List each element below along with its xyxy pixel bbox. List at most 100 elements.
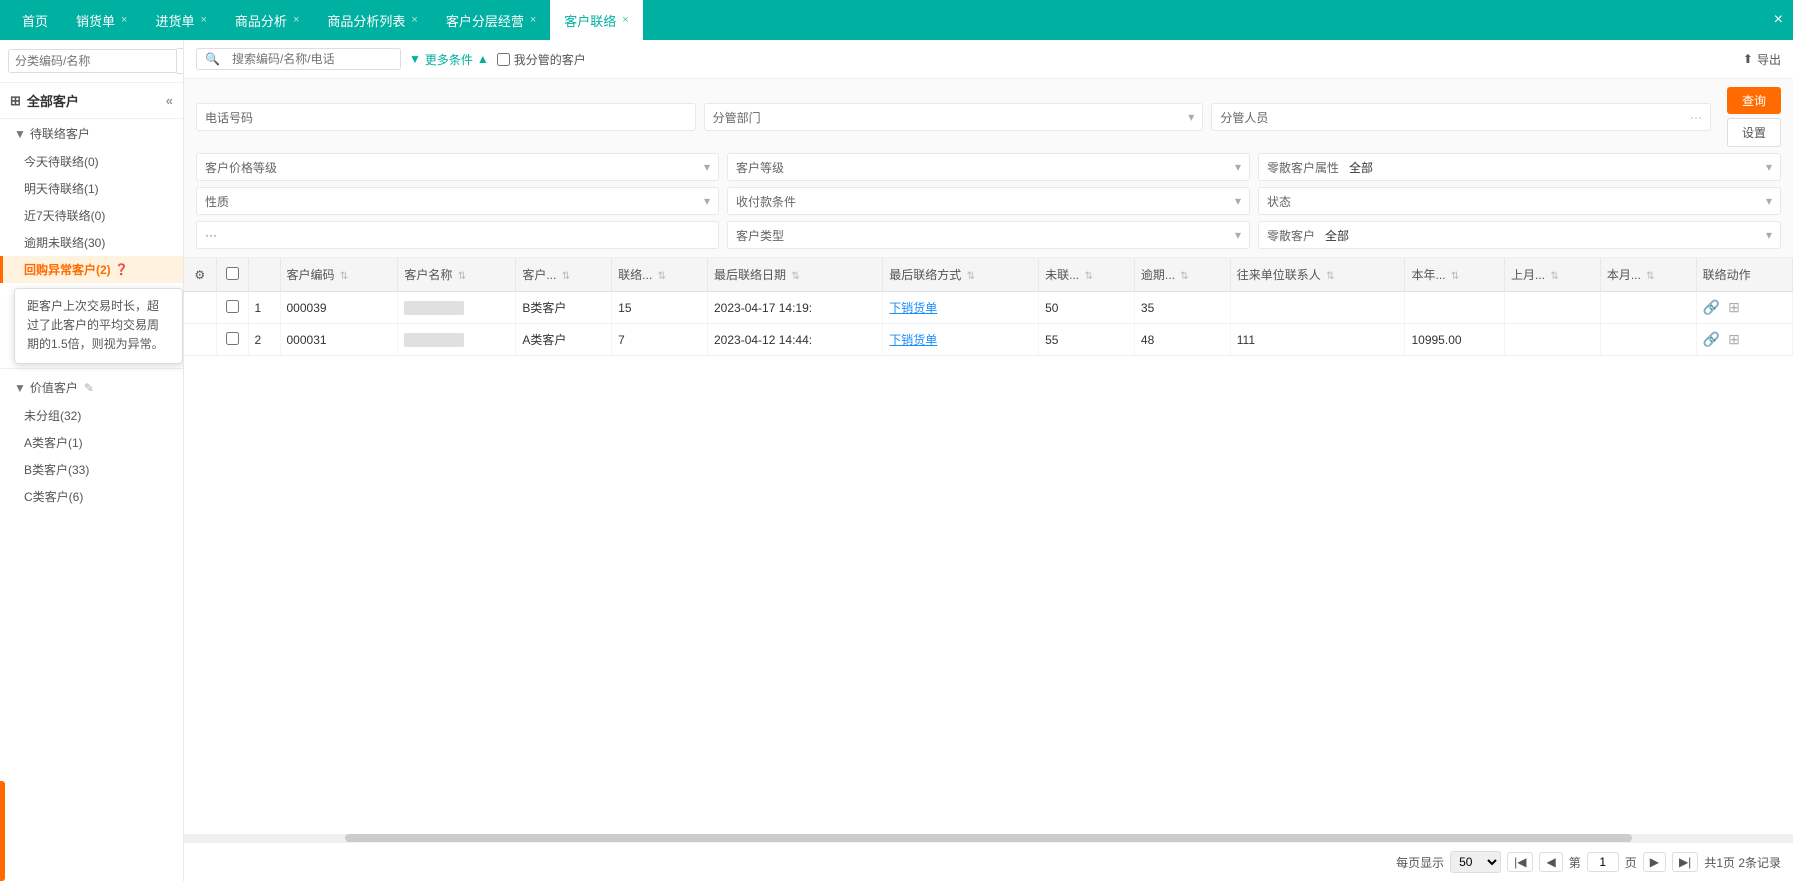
sidebar-item-today[interactable]: 今天待联络(0)	[0, 148, 183, 175]
row1-last-method[interactable]: 下销货单	[883, 292, 1039, 324]
filter-customer-grade[interactable]: 客户等级 ▾	[727, 153, 1250, 181]
row1-grid-icon[interactable]: ⊞	[1728, 299, 1740, 316]
col-settings[interactable]: ⚙	[184, 258, 216, 292]
col-overdue[interactable]: 逾期... ⇅	[1134, 258, 1230, 292]
retail-attr-value: 全部	[1349, 159, 1373, 176]
last-page-button[interactable]: ▶|	[1672, 852, 1698, 872]
close-purchase-icon[interactable]: ×	[200, 14, 206, 26]
sidebar-item-c-class[interactable]: C类客户(6)	[0, 483, 183, 510]
col-last-method[interactable]: 最后联络方式 ⇅	[883, 258, 1039, 292]
sidebar-item-tomorrow[interactable]: 明天待联络(1)	[0, 175, 183, 202]
row2-last-method[interactable]: 下销货单	[883, 324, 1039, 356]
nav-analysis[interactable]: 商品分析 ×	[221, 0, 313, 40]
sidebar-search-button[interactable]: 🔍	[177, 48, 184, 74]
per-page-select[interactable]: 50 20 100	[1450, 851, 1501, 873]
row1-this-year	[1405, 292, 1505, 324]
row2-type: A类客户	[516, 324, 612, 356]
first-page-button[interactable]: |◀	[1507, 852, 1533, 872]
close-analysis-list-icon[interactable]: ×	[411, 14, 417, 26]
filter-status[interactable]: 状态 ▾	[1258, 187, 1781, 215]
prev-page-button[interactable]: ◀	[1539, 852, 1562, 872]
scrollbar-thumb[interactable]	[345, 834, 1632, 842]
status-arrow-icon: ▾	[1766, 194, 1772, 208]
person-dots[interactable]: ···	[1690, 110, 1702, 124]
select-all-checkbox[interactable]	[226, 267, 239, 280]
col-unit-contact[interactable]: 往来单位联系人 ⇅	[1230, 258, 1405, 292]
col-this-month[interactable]: 本月... ⇅	[1600, 258, 1696, 292]
col-this-year[interactable]: 本年... ⇅	[1405, 258, 1505, 292]
export-button[interactable]: ⬆ 导出	[1743, 51, 1781, 68]
nav-sales[interactable]: 销货单 ×	[62, 0, 141, 40]
sidebar-item-ungroup[interactable]: 未分组(32)	[0, 402, 183, 429]
value-group-header[interactable]: ▼ 价值客户 ✎	[0, 373, 183, 402]
close-customer-seg-icon[interactable]: ×	[530, 14, 536, 26]
col-type[interactable]: 客户... ⇅	[516, 258, 612, 292]
close-sales-icon[interactable]: ×	[121, 14, 127, 26]
col-uncontact[interactable]: 未联... ⇅	[1039, 258, 1135, 292]
col-last-month[interactable]: 上月... ⇅	[1504, 258, 1600, 292]
row1-action-icons: 🔗 ⊞	[1703, 299, 1786, 316]
close-analysis-icon[interactable]: ×	[293, 14, 299, 26]
pending-group-header[interactable]: ▼ 待联络客户	[0, 119, 183, 148]
sidebar-search-wrap: 🔍	[0, 40, 183, 83]
current-page-input[interactable]	[1587, 852, 1619, 872]
table-row: 2 000031 A类客户 7 2023-04-12 14:44: 下销货单 5…	[184, 324, 1793, 356]
retail-customer-value: 全部	[1325, 227, 1349, 244]
filter-payment-terms[interactable]: 收付款条件 ▾	[727, 187, 1250, 215]
filter-more-dots[interactable]: ···	[196, 221, 719, 249]
nav-analysis-list[interactable]: 商品分析列表 ×	[313, 0, 431, 40]
row2-grid-icon[interactable]: ⊞	[1728, 331, 1740, 348]
nav-home-label: 首页	[22, 11, 48, 30]
more-conditions-button[interactable]: ▼ 更多条件 ▲	[409, 51, 489, 68]
row2-last-date: 2023-04-12 14:44:	[708, 324, 883, 356]
row1-unit-contact	[1230, 292, 1405, 324]
filter-nature[interactable]: 性质 ▾	[196, 187, 719, 215]
sidebar-item-repurchase-abnormal[interactable]: 回购异常客户(2) ❓	[0, 256, 183, 283]
nav-customer-contact[interactable]: 客户联络 ×	[550, 0, 642, 40]
dept-arrow-icon: ▾	[1188, 110, 1194, 124]
row1-last-method-link[interactable]: 下销货单	[889, 301, 937, 315]
my-customers-checkbox[interactable]	[497, 53, 510, 66]
phone-input[interactable]	[259, 110, 687, 124]
filter-price-grade[interactable]: 客户价格等级 ▾	[196, 153, 719, 181]
filter-retail-customer[interactable]: 零散客户 全部 ▾	[1258, 221, 1781, 249]
row2-last-method-link[interactable]: 下销货单	[889, 333, 937, 347]
all-customers-header[interactable]: ⊞ 全部客户 «	[0, 83, 183, 119]
phone-label: 电话号码	[205, 109, 253, 126]
row1-select-checkbox[interactable]	[226, 300, 239, 313]
main-search-input[interactable]	[232, 52, 392, 66]
sidebar-item-7days[interactable]: 近7天待联络(0)	[0, 202, 183, 229]
col-contact-count[interactable]: 联络... ⇅	[612, 258, 708, 292]
close-customer-contact-icon[interactable]: ×	[622, 14, 628, 26]
sidebar-item-b-class[interactable]: B类客户(33)	[0, 456, 183, 483]
nav-customer-contact-label: 客户联络	[564, 11, 616, 30]
nav-purchase[interactable]: 进货单 ×	[141, 0, 220, 40]
filter-retail-attr[interactable]: 零散客户属性 全部 ▾	[1258, 153, 1781, 181]
table-horizontal-scrollbar[interactable]	[184, 834, 1793, 842]
repurchase-help-icon[interactable]: ❓	[115, 263, 129, 276]
row2-link-icon[interactable]: 🔗	[1703, 331, 1720, 348]
filter-person[interactable]: 分管人员 ···	[1211, 103, 1711, 131]
query-button[interactable]: 查询	[1727, 87, 1781, 114]
filter-dept[interactable]: 分管部门 ▾	[704, 103, 1204, 131]
sidebar-item-a-class[interactable]: A类客户(1)	[0, 429, 183, 456]
filter-customer-type[interactable]: 客户类型 ▾	[727, 221, 1250, 249]
this-year-sort-icon: ⇅	[1451, 271, 1459, 282]
nav-customer-seg[interactable]: 客户分层经营 ×	[432, 0, 550, 40]
row1-overdue: 35	[1134, 292, 1230, 324]
col-code[interactable]: 客户编码 ⇅	[280, 258, 398, 292]
row1-link-icon[interactable]: 🔗	[1703, 299, 1720, 316]
next-page-button[interactable]: ▶	[1643, 852, 1666, 872]
collapse-sidebar-icon[interactable]: «	[166, 93, 173, 108]
col-name[interactable]: 客户名称 ⇅	[398, 258, 516, 292]
value-edit-icon[interactable]: ✎	[84, 381, 94, 395]
settings-button[interactable]: 设置	[1727, 118, 1781, 147]
global-close-icon[interactable]: ×	[1774, 11, 1783, 29]
sidebar-item-overdue-contact[interactable]: 逾期未联络(30)	[0, 229, 183, 256]
sidebar-search-input[interactable]	[8, 49, 177, 73]
payment-terms-label: 收付款条件	[736, 193, 796, 210]
nav-home[interactable]: 首页	[8, 0, 62, 40]
col-last-date[interactable]: 最后联络日期 ⇅	[708, 258, 883, 292]
row2-select-checkbox[interactable]	[226, 332, 239, 345]
row2-this-year: 10995.00	[1405, 324, 1505, 356]
